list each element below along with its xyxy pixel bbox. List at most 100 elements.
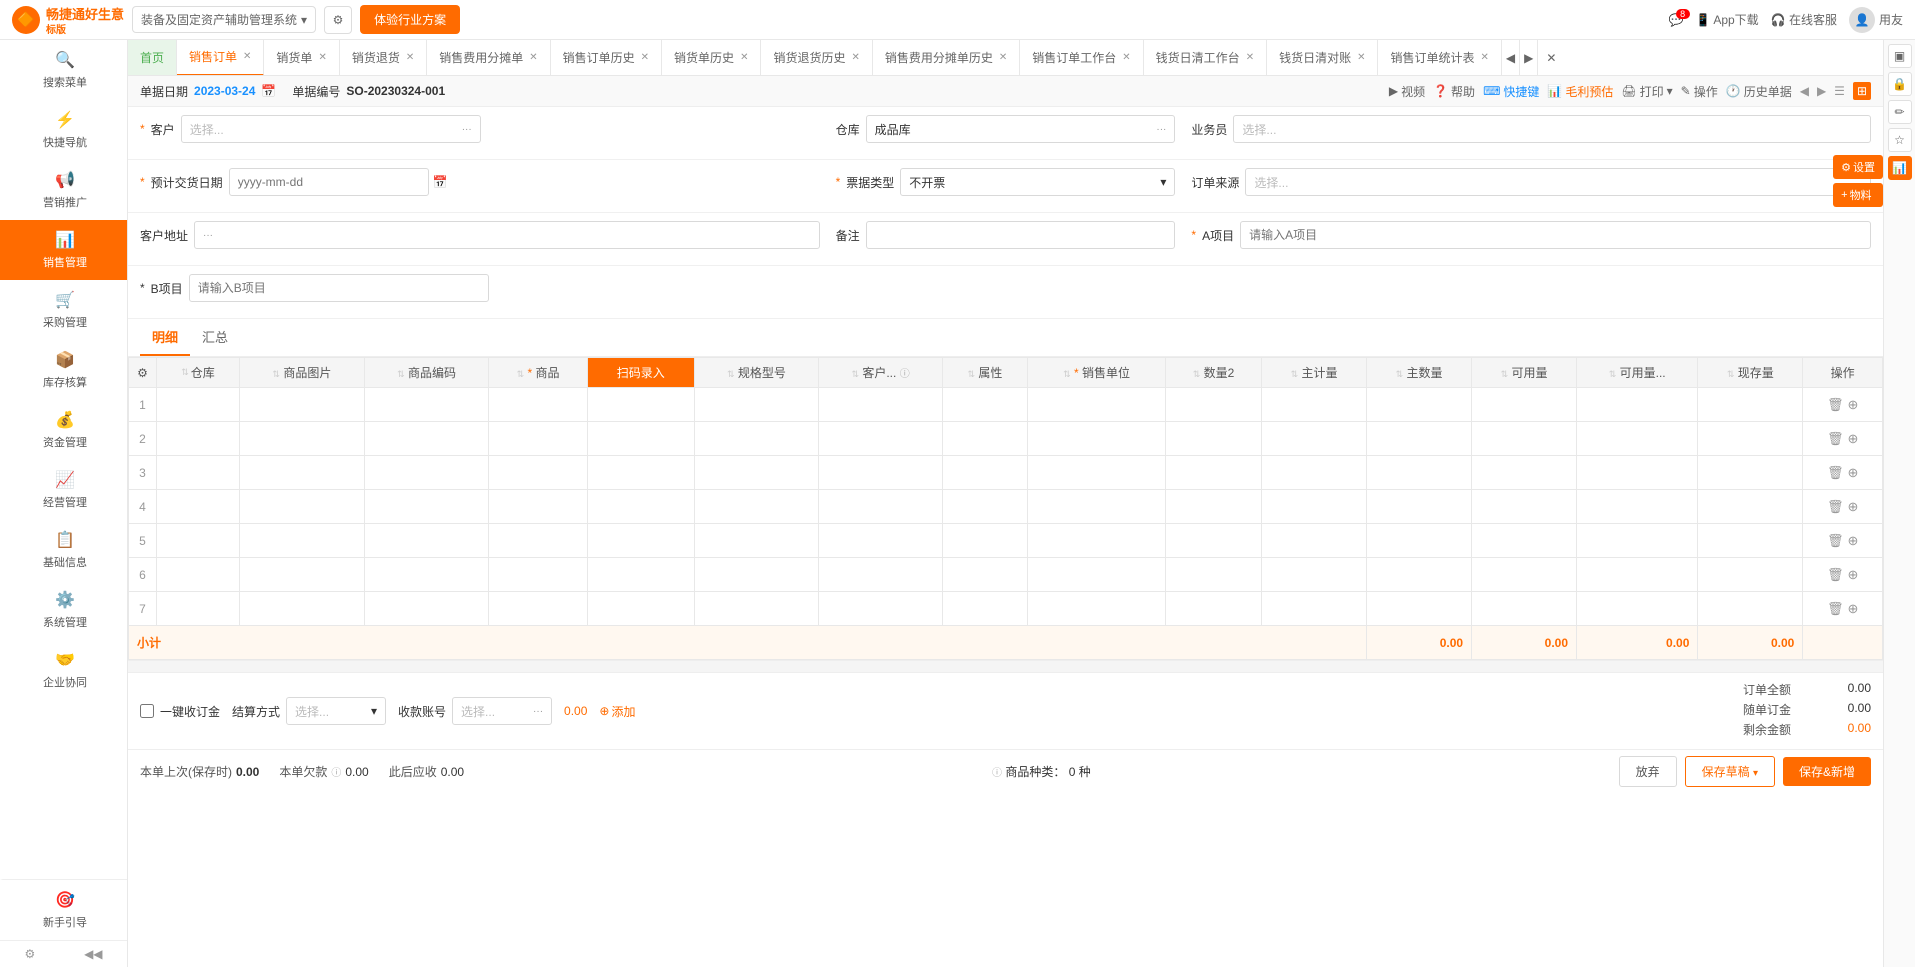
delete-icon[interactable]: 🗑: [1827, 431, 1844, 447]
col-main-qty[interactable]: ⇅ 主数量: [1367, 358, 1472, 388]
nav-next-icon[interactable]: ▶: [1817, 84, 1826, 98]
history-btn[interactable]: 🕐 历史单据: [1726, 83, 1792, 100]
row-warehouse[interactable]: [157, 422, 240, 456]
salesperson-select[interactable]: 选择...: [1233, 115, 1871, 143]
row-available-qty2[interactable]: [1577, 422, 1698, 456]
copy-icon[interactable]: ⊕: [1847, 601, 1858, 617]
tab-close-icon[interactable]: ✕: [243, 51, 251, 62]
nav-prev-icon[interactable]: ◀: [1800, 84, 1809, 98]
tab-close-icon[interactable]: ✕: [318, 52, 326, 63]
tab-close-icon[interactable]: ✕: [406, 52, 414, 63]
rp-icon-edit[interactable]: ✏: [1888, 100, 1912, 124]
copy-icon[interactable]: ⊕: [1847, 567, 1858, 583]
col-product[interactable]: ⇅ * 商品: [489, 358, 587, 388]
row-product-code[interactable]: [364, 388, 489, 422]
tab-close-icon[interactable]: ✕: [529, 52, 537, 63]
row-sales-unit[interactable]: [1028, 422, 1166, 456]
sidebar-item-finance[interactable]: 💰 资金管理: [0, 400, 127, 460]
warehouse-select[interactable]: 成品库 ···: [866, 115, 1176, 143]
app-download-link[interactable]: 📱 App下载: [1696, 11, 1759, 28]
col-main-unit[interactable]: ⇅ 主计量: [1262, 358, 1367, 388]
one-click-checkbox[interactable]: [140, 704, 154, 718]
industry-button[interactable]: 体验行业方案: [360, 5, 460, 34]
print-btn[interactable]: 🖨 打印 ▾: [1621, 83, 1672, 100]
sidebar-item-search[interactable]: 🔍 搜索菜单: [0, 40, 127, 100]
col-attribute[interactable]: ⇅ 属性: [942, 358, 1027, 388]
row-qty2[interactable]: [1165, 388, 1261, 422]
row-attribute[interactable]: [942, 388, 1027, 422]
row-qty2[interactable]: [1165, 422, 1261, 456]
tab-close-icon[interactable]: ✕: [1122, 52, 1130, 63]
horizontal-scrollbar[interactable]: [128, 660, 1883, 672]
tab-sales-order[interactable]: 销售订单 ✕: [177, 40, 264, 76]
col-customer-code[interactable]: ⇅ 客户... ⓘ: [819, 358, 943, 388]
save-new-button[interactable]: 保存&新增: [1783, 757, 1871, 786]
sidebar-item-purchase[interactable]: 🛒 采购管理: [0, 280, 127, 340]
b-project-input[interactable]: [189, 274, 489, 302]
row-customer-code[interactable]: [819, 422, 943, 456]
col-sales-unit[interactable]: ⇅ * 销售单位: [1028, 358, 1166, 388]
row-available-qty[interactable]: [1472, 422, 1577, 456]
customer-addr-select[interactable]: ···: [194, 221, 820, 249]
view-btn[interactable]: ▶ 视频: [1389, 83, 1425, 100]
delete-icon[interactable]: 🗑: [1827, 465, 1844, 481]
copy-icon[interactable]: ⊕: [1847, 533, 1858, 549]
tab-invoice-history[interactable]: 销货单历史 ✕: [662, 40, 761, 76]
row-product-image[interactable]: [240, 422, 365, 456]
sidebar-item-sales[interactable]: 📊 销售管理: [0, 220, 127, 280]
grid-view-icon[interactable]: ⊞: [1853, 82, 1871, 100]
payment-method-select[interactable]: 选择... ▾: [286, 697, 386, 725]
message-notification[interactable]: 💬 8: [1669, 13, 1684, 27]
col-available-qty2[interactable]: ⇅ 可用量...: [1577, 358, 1698, 388]
profit-btn[interactable]: 📊 毛利预估: [1547, 83, 1613, 100]
row-scan[interactable]: [587, 388, 694, 422]
row-product[interactable]: [489, 388, 587, 422]
row-warehouse[interactable]: [157, 456, 240, 490]
delete-icon[interactable]: 🗑: [1827, 397, 1844, 413]
tab-close-all[interactable]: ✕: [1538, 40, 1564, 76]
sidebar-item-quicknav[interactable]: ⚡ 快捷导航: [0, 100, 127, 160]
tab-close-icon[interactable]: ✕: [641, 52, 649, 63]
row-available-qty[interactable]: [1472, 388, 1577, 422]
tab-sales-return[interactable]: 销货退货 ✕: [340, 40, 427, 76]
row-spec[interactable]: [694, 422, 819, 456]
tab-close-icon[interactable]: ✕: [1481, 52, 1489, 63]
list-view-icon[interactable]: ☰: [1834, 84, 1845, 98]
col-product-image[interactable]: ⇅ 商品图片: [240, 358, 365, 388]
tab-expense-history[interactable]: 销售费用分摊单历史 ✕: [873, 40, 1020, 76]
online-service-link[interactable]: 🎧 在线客服: [1771, 11, 1837, 28]
sidebar-item-system[interactable]: ⚙️ 系统管理: [0, 580, 127, 640]
tab-order-workbench[interactable]: 销售订单工作台 ✕: [1020, 40, 1143, 76]
add-item-button[interactable]: + 物料: [1833, 183, 1883, 207]
customer-select[interactable]: 选择... ···: [181, 115, 481, 143]
invoice-type-select[interactable]: 不开票 ▾: [900, 168, 1175, 196]
col-spec[interactable]: ⇅ 规格型号: [694, 358, 819, 388]
tab-close-icon[interactable]: ✕: [740, 52, 748, 63]
tab-cash-workbench[interactable]: 钱货日清工作台 ✕: [1144, 40, 1267, 76]
operation-btn[interactable]: ✎ 操作: [1681, 83, 1718, 100]
user-info[interactable]: 👤 用友: [1849, 7, 1903, 33]
tab-sales-history[interactable]: 销售订单历史 ✕: [551, 40, 662, 76]
row-customer-code[interactable]: [819, 388, 943, 422]
copy-icon[interactable]: ⊕: [1847, 465, 1858, 481]
row-main-qty[interactable]: [1367, 422, 1472, 456]
settings-button[interactable]: ⚙ 设置: [1833, 155, 1883, 179]
add-button[interactable]: ⊕ 添加: [599, 703, 635, 720]
delete-icon[interactable]: 🗑: [1827, 499, 1844, 515]
sidebar-settings-icon[interactable]: ⚙: [24, 947, 35, 961]
sidebar-item-guide[interactable]: 🎯 新手引导: [0, 879, 127, 940]
tab-nav-next[interactable]: ▶: [1520, 40, 1538, 76]
tab-summary[interactable]: 汇总: [190, 319, 240, 356]
tab-close-icon[interactable]: ✕: [851, 52, 859, 63]
remark-input[interactable]: [866, 221, 1176, 249]
help-btn[interactable]: ❓ 帮助: [1433, 83, 1475, 100]
system-name-dropdown[interactable]: 装备及固定资产辅助管理系统 ▾: [132, 6, 316, 33]
sidebar-item-marketing[interactable]: 📢 营销推广: [0, 160, 127, 220]
col-current-stock[interactable]: ⇅ 现存量: [1698, 358, 1803, 388]
row-spec[interactable]: [694, 388, 819, 422]
calendar-icon[interactable]: 📅: [261, 84, 276, 98]
row-product-code[interactable]: [364, 422, 489, 456]
tab-close-icon[interactable]: ✕: [1357, 52, 1365, 63]
row-scan[interactable]: [587, 422, 694, 456]
row-main-qty[interactable]: [1367, 388, 1472, 422]
